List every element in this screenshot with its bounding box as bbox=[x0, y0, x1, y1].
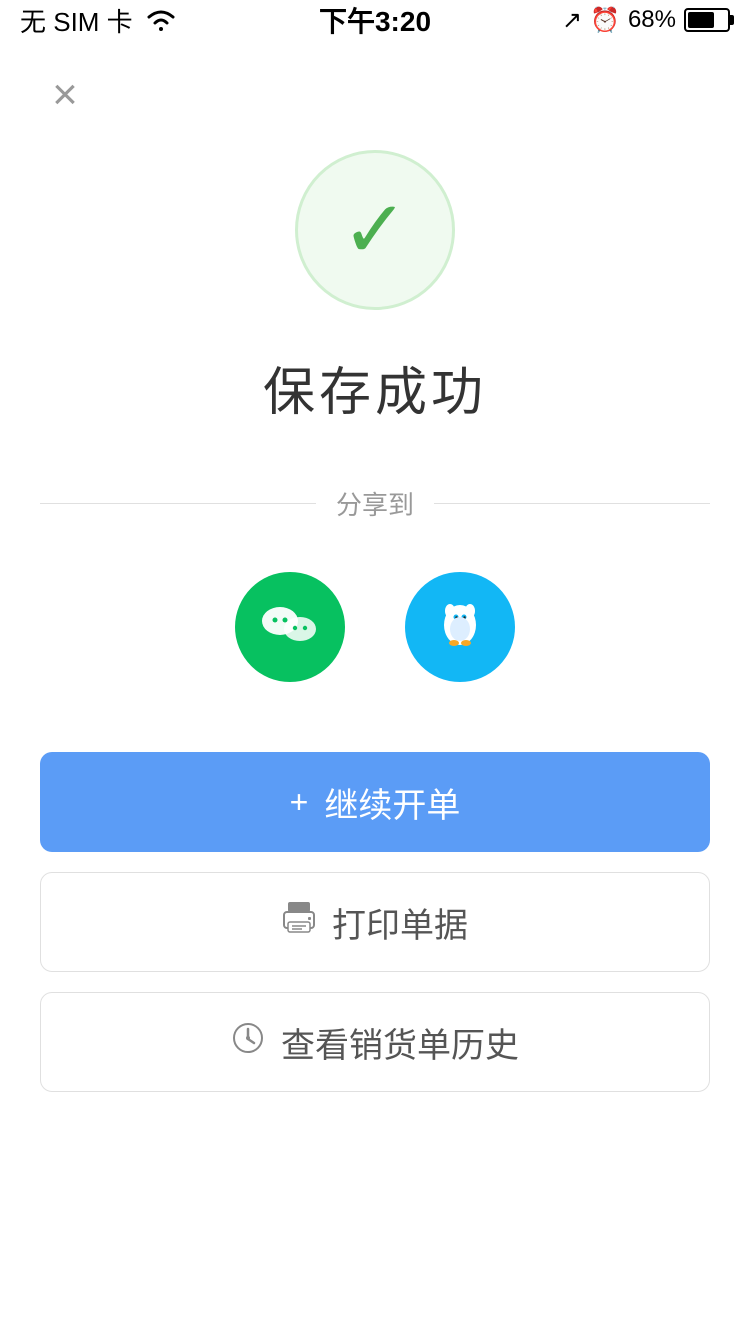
qq-logo-icon bbox=[430, 597, 490, 657]
alarm-icon: ⏰ bbox=[590, 6, 620, 35]
battery-icon bbox=[684, 8, 730, 32]
battery-percent: 68% bbox=[628, 6, 676, 34]
continue-button[interactable]: + 继续开单 bbox=[40, 752, 710, 852]
qq-share-button[interactable] bbox=[405, 572, 515, 682]
printer-icon bbox=[282, 902, 316, 942]
status-left: 无 SIM 卡 bbox=[20, 2, 179, 39]
battery-fill bbox=[688, 12, 714, 28]
location-icon: ↗ bbox=[562, 6, 582, 35]
wifi-icon bbox=[143, 7, 179, 33]
wechat-logo-icon bbox=[258, 595, 322, 659]
checkmark-icon: ✓ bbox=[341, 190, 408, 270]
share-divider: 分享到 bbox=[40, 485, 710, 522]
divider-line-right bbox=[434, 503, 710, 504]
clock-icon bbox=[231, 1021, 265, 1063]
print-label: 打印单据 bbox=[332, 898, 468, 947]
status-right: ↗ ⏰ 68% bbox=[562, 6, 730, 35]
share-icons bbox=[235, 572, 515, 682]
history-button[interactable]: 查看销货单历史 bbox=[40, 992, 710, 1092]
divider-line-left bbox=[40, 503, 316, 504]
success-circle: ✓ bbox=[295, 150, 455, 310]
close-button[interactable]: × bbox=[40, 70, 90, 120]
plus-icon: + bbox=[290, 784, 309, 821]
history-label: 查看销货单历史 bbox=[281, 1018, 519, 1067]
success-title: 保存成功 bbox=[263, 350, 487, 425]
print-button[interactable]: 打印单据 bbox=[40, 872, 710, 972]
carrier-text: 无 SIM 卡 bbox=[20, 2, 133, 39]
action-buttons: + 继续开单 打印单据 bbox=[40, 752, 710, 1092]
close-icon: × bbox=[52, 73, 78, 117]
status-time: 下午3:20 bbox=[319, 0, 431, 40]
status-bar: 无 SIM 卡 下午3:20 ↗ ⏰ 68% bbox=[0, 0, 750, 40]
main-content: ✓ 保存成功 分享到 bbox=[0, 90, 750, 1334]
share-label: 分享到 bbox=[336, 485, 414, 522]
continue-label: 继续开单 bbox=[324, 778, 460, 827]
wechat-share-button[interactable] bbox=[235, 572, 345, 682]
